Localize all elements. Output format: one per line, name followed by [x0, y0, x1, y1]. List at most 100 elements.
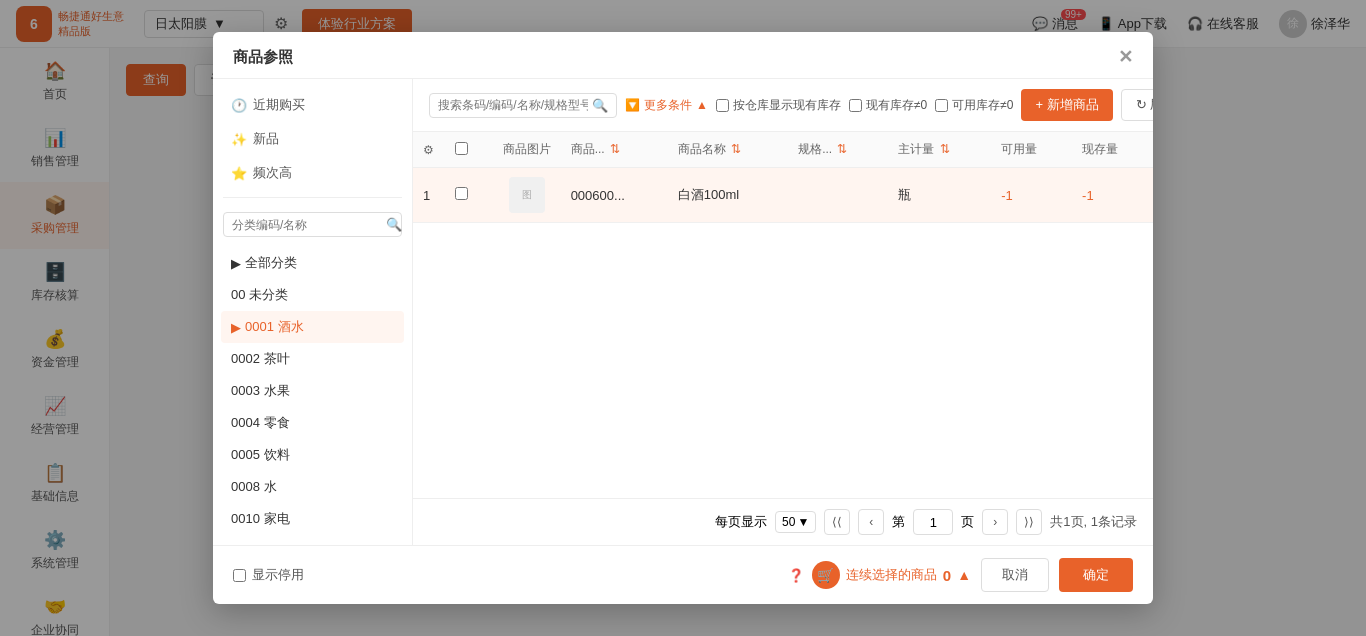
modal-header: 商品参照 ✕	[213, 32, 1153, 79]
page-next-button[interactable]: ›	[982, 509, 1008, 535]
product-table-wrapper: ⚙ 商品图片 商品... ⇅ 商品名称 ⇅	[413, 132, 1153, 498]
cart-icon: 🛒	[812, 561, 840, 589]
available-stock-checkbox[interactable]	[935, 99, 948, 112]
footer-middle: ❓ 🛒 连续选择的商品 0 ▲	[788, 561, 971, 589]
category-item-00[interactable]: 00 未分类	[221, 279, 404, 311]
category-item-0004[interactable]: 0004 零食	[221, 407, 404, 439]
table-row-code: 000600...	[561, 168, 668, 223]
product-search-input[interactable]	[438, 98, 588, 112]
new-products-icon: ✨	[231, 132, 247, 147]
modal-footer: 显示停用 ❓ 🛒 连续选择的商品 0 ▲ 取消 确定	[213, 545, 1153, 604]
add-product-button[interactable]: + 新增商品	[1021, 89, 1112, 121]
table-row-available: -1	[991, 168, 1072, 223]
category-item-0002[interactable]: 0002 茶叶	[221, 343, 404, 375]
row-checkbox[interactable]	[455, 187, 468, 200]
check-available-stock[interactable]: 可用库存≠0	[935, 97, 1013, 114]
category-item-0001[interactable]: ▶ 0001 酒水	[221, 311, 404, 343]
nonzero-stock-checkbox[interactable]	[849, 99, 862, 112]
page-number-input[interactable]	[913, 509, 953, 535]
pagination-bar: 每页显示 50 ▼ ⟨⟨ ‹ 第 页 › ⟩⟩ 共1页, 1条记录	[413, 498, 1153, 545]
left-divider	[223, 197, 402, 198]
cancel-button[interactable]: 取消	[981, 558, 1049, 592]
modal-overlay: 商品参照 ✕ 🕐 近期购买 ✨ 新品 ⭐ 频次高	[0, 0, 1366, 636]
collapse-icon[interactable]: ▲	[957, 567, 971, 583]
right-panel: 🔍 🔽 更多条件 ▲ 按仓库显示现有库存 现有库存≠0	[413, 79, 1153, 545]
refresh-button[interactable]: ↻ 刷新	[1121, 89, 1153, 121]
sort-name-icon: ⇅	[731, 142, 741, 156]
pagination-info: 共1页, 1条记录	[1050, 513, 1137, 531]
table-stock-header: 现存量	[1072, 132, 1153, 168]
table-code-header[interactable]: 商品... ⇅	[561, 132, 668, 168]
display-disabled-checkbox[interactable]	[233, 569, 246, 582]
footer-right: 取消 确定	[981, 558, 1133, 592]
sort-unit-icon: ⇅	[940, 142, 950, 156]
page-last-button[interactable]: ⟩⟩	[1016, 509, 1042, 535]
help-icon[interactable]: ❓	[788, 568, 804, 583]
display-disabled-label[interactable]: 显示停用	[233, 566, 304, 584]
modal-title: 商品参照	[233, 48, 293, 67]
filter-bar: 🔍 🔽 更多条件 ▲ 按仓库显示现有库存 现有库存≠0	[413, 79, 1153, 132]
recent-purchase-icon: 🕐	[231, 98, 247, 113]
search-icon: 🔍	[386, 217, 402, 232]
table-row-stock: -1	[1072, 168, 1153, 223]
sort-spec-icon: ⇅	[837, 142, 847, 156]
category-item-0005[interactable]: 0005 饮料	[221, 439, 404, 471]
toolbar-buttons: + 新增商品 ↻ 刷新	[1021, 89, 1153, 121]
left-panel: 🕐 近期购买 ✨ 新品 ⭐ 频次高 🔍	[213, 79, 413, 545]
table-unit-header[interactable]: 主计量 ⇅	[888, 132, 991, 168]
table-name-header[interactable]: 商品名称 ⇅	[668, 132, 788, 168]
high-frequency-icon: ⭐	[231, 166, 247, 181]
filter-icon: 🔽	[625, 98, 640, 112]
category-item-0010[interactable]: 0010 家电	[221, 503, 404, 535]
check-warehouse-stock[interactable]: 按仓库显示现有库存	[716, 97, 841, 114]
product-table: ⚙ 商品图片 商品... ⇅ 商品名称 ⇅	[413, 132, 1153, 223]
page-size-label: 每页显示	[715, 513, 767, 531]
product-thumbnail: 图	[509, 177, 545, 213]
table-spec-header[interactable]: 规格... ⇅	[788, 132, 888, 168]
chevron-up-icon: ▲	[696, 98, 708, 112]
chevron-down-page-icon: ▼	[797, 515, 809, 529]
cart-button[interactable]: 🛒 连续选择的商品 0 ▲	[812, 561, 971, 589]
arrow-icon: ▶	[231, 256, 241, 271]
category-search-input[interactable]	[232, 218, 382, 232]
confirm-button[interactable]: 确定	[1059, 558, 1133, 592]
search-product-icon: 🔍	[592, 98, 608, 113]
table-checkbox-header[interactable]	[445, 132, 493, 168]
page-first-button[interactable]: ⟨⟨	[824, 509, 850, 535]
table-row-spec	[788, 168, 888, 223]
category-item-0003[interactable]: 0003 水果	[221, 375, 404, 407]
tab-new-products[interactable]: ✨ 新品	[221, 123, 404, 155]
table-row-name: 白酒100ml	[668, 168, 788, 223]
page-label: 第	[892, 513, 905, 531]
category-item-0008[interactable]: 0008 水	[221, 471, 404, 503]
modal-body: 🕐 近期购买 ✨ 新品 ⭐ 频次高 🔍	[213, 79, 1153, 545]
table-row[interactable]: 1 图 000600... 白酒100ml 瓶 -1 -1	[413, 168, 1153, 223]
table-row-num: 1	[413, 168, 445, 223]
tab-recent-purchase[interactable]: 🕐 近期购买	[221, 89, 404, 121]
left-panel-tabs: 🕐 近期购买 ✨ 新品 ⭐ 频次高	[213, 89, 412, 189]
sort-code-icon: ⇅	[610, 142, 620, 156]
product-reference-modal: 商品参照 ✕ 🕐 近期购买 ✨ 新品 ⭐ 频次高	[213, 32, 1153, 604]
table-settings-header[interactable]: ⚙	[413, 132, 445, 168]
cart-count: 0	[943, 567, 951, 584]
page-unit-label: 页	[961, 513, 974, 531]
table-available-header: 可用量	[991, 132, 1072, 168]
left-search-box[interactable]: 🔍	[223, 212, 402, 237]
more-conditions-button[interactable]: 🔽 更多条件 ▲	[625, 97, 708, 114]
table-row-checkbox[interactable]	[445, 168, 493, 223]
select-all-checkbox[interactable]	[455, 142, 468, 155]
tab-high-frequency[interactable]: ⭐ 频次高	[221, 157, 404, 189]
cart-label: 连续选择的商品	[846, 566, 937, 584]
category-tree: ▶ 全部分类 00 未分类 ▶ 0001 酒水 0002 茶叶 0003 水果	[213, 247, 412, 535]
table-img-header: 商品图片	[493, 132, 561, 168]
warehouse-stock-checkbox[interactable]	[716, 99, 729, 112]
table-header-row: ⚙ 商品图片 商品... ⇅ 商品名称 ⇅	[413, 132, 1153, 168]
table-row-unit: 瓶	[888, 168, 991, 223]
product-search-box[interactable]: 🔍	[429, 93, 617, 118]
modal-close-button[interactable]: ✕	[1118, 46, 1133, 68]
check-nonzero-stock[interactable]: 现有库存≠0	[849, 97, 927, 114]
page-size-selector[interactable]: 50 ▼	[775, 511, 816, 533]
category-item-all[interactable]: ▶ 全部分类	[221, 247, 404, 279]
table-row-img: 图	[493, 168, 561, 223]
page-prev-button[interactable]: ‹	[858, 509, 884, 535]
